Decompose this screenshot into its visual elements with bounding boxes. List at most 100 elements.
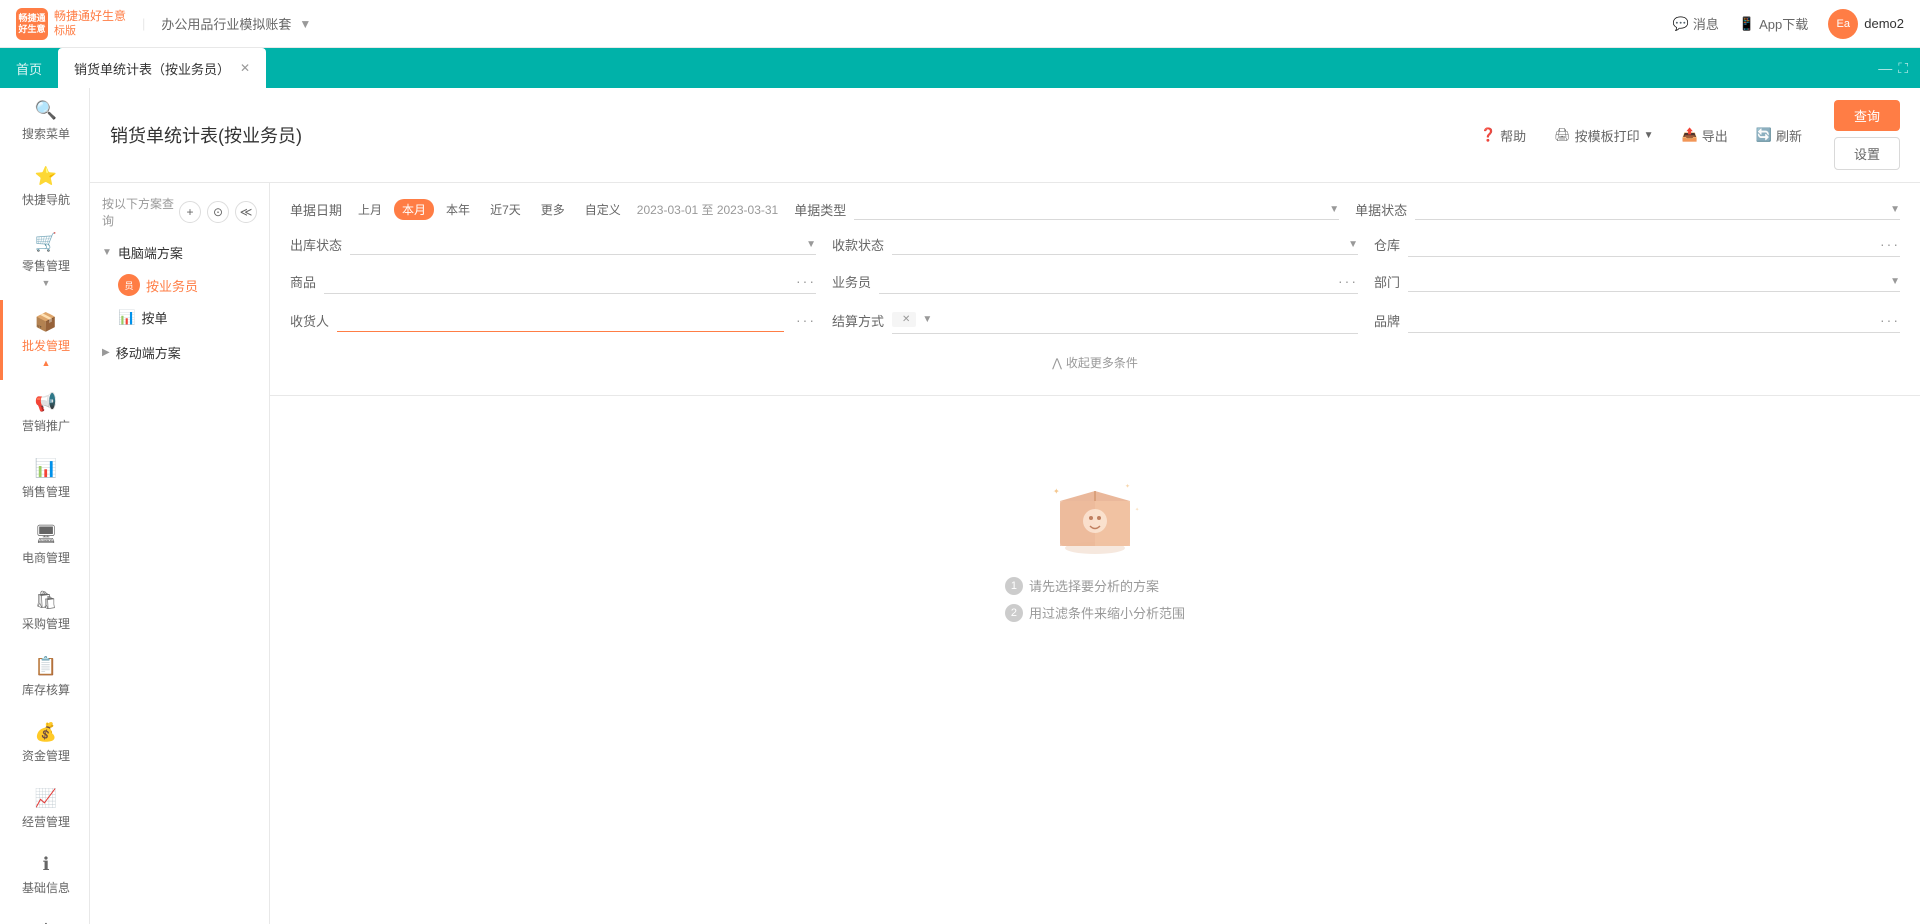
sidebar-item-operations[interactable]: 📈 经营管理 [0, 776, 89, 842]
sidebar-item-search[interactable]: 🔍 搜索菜单 [0, 88, 89, 154]
out-status-select[interactable]: ▼ [350, 235, 816, 255]
app-download-icon: 📱 [1739, 16, 1755, 32]
tree-item-label: 移动端方案 [116, 343, 181, 362]
tree-item-label: 电脑端方案 [118, 243, 183, 262]
settings-button[interactable]: 设置 [1834, 137, 1900, 170]
logo-icon: 畅捷通好生意 [16, 8, 48, 40]
query-button[interactable]: 查询 [1834, 100, 1900, 131]
collect-status-label: 收款状态 [832, 235, 884, 254]
star-icon: ⭐ [35, 166, 57, 187]
active-circle: 员 [118, 274, 140, 296]
chevron-down-icon: ▼ [1348, 239, 1358, 250]
sidebar-item-ecommerce[interactable]: 🖥 电商管理 [0, 512, 89, 578]
sidebar-item-label: 基础信息 [22, 879, 70, 896]
sidebar-item-system[interactable]: ⚙ 系统管理 [0, 908, 89, 924]
tab-home[interactable]: 首页 [0, 48, 58, 88]
tab-sales-stat[interactable]: 销货单统计表（按业务员） ✕ [58, 48, 266, 88]
sidebar-item-quick-nav[interactable]: ⭐ 快捷导航 [0, 154, 89, 220]
refresh-button[interactable]: 🔄 刷新 [1748, 122, 1810, 149]
collapse-panel-button[interactable]: ≪ [235, 201, 257, 223]
filter-item-salesperson: 业务员 ··· [832, 269, 1358, 294]
tree-item-mobile[interactable]: ▶ 移动端方案 [90, 337, 269, 368]
filter-row-4: 收货人 ··· 结算方式 ✕ [290, 306, 1900, 334]
logo-area: 畅捷通好生意 畅捷通好生意 标版 [16, 8, 126, 40]
sidebar-item-retail[interactable]: 🛒 零售管理 ▼ [0, 220, 89, 300]
sidebar-item-label: 快捷导航 [22, 191, 70, 208]
brand-label: 品牌 [1374, 311, 1400, 330]
order-type-select[interactable]: ▼ [854, 200, 1339, 220]
tab-minimize-icon[interactable]: — [1878, 60, 1892, 76]
date-tab-lastmonth[interactable]: 上月 [350, 199, 390, 220]
edit-scheme-button[interactable]: ⊙ [207, 201, 229, 223]
salesperson-input-area[interactable]: ··· [879, 269, 1358, 294]
sidebar-item-marketing[interactable]: 📢 营销推广 [0, 380, 89, 446]
sidebar-item-purchase[interactable]: 🛍 采购管理 [0, 578, 89, 644]
receiver-label: 收货人 [290, 311, 329, 330]
app-download-action[interactable]: 📱 App下载 [1739, 14, 1808, 33]
date-tab-more[interactable]: 更多 [533, 199, 573, 220]
sidebar-item-sales[interactable]: 📊 销售管理 [0, 446, 89, 512]
collect-status-select[interactable]: ▼ [892, 235, 1358, 255]
warehouse-input-area[interactable]: ··· [1408, 232, 1900, 257]
help-label: 帮助 [1500, 126, 1526, 145]
tree-arrow-icon: ▼ [102, 247, 112, 258]
user-name: demo2 [1864, 16, 1904, 31]
chevron-up-icon: ▲ [42, 358, 51, 368]
brand-input-area[interactable]: ··· [1408, 308, 1900, 333]
sidebar-item-wholesale[interactable]: 📦 批发管理 ▲ [0, 300, 89, 380]
sidebar-item-label: 经营管理 [22, 813, 70, 830]
search-icon: 🔍 [35, 100, 57, 121]
receiver-input[interactable] [337, 308, 784, 332]
chevron-down-icon: ▼ [806, 239, 816, 250]
filter-row-1: 单据日期 上月 本月 本年 近7天 更多 自定义 2023-03-01 至 20… [290, 199, 1900, 220]
user-area[interactable]: Ea demo2 [1828, 9, 1904, 39]
date-tab-thisyear[interactable]: 本年 [438, 199, 478, 220]
more-dots-warehouse: ··· [1880, 236, 1900, 252]
tab-expand-icon[interactable]: ⛶ [1898, 60, 1908, 77]
help-button[interactable]: ❓ 帮助 [1472, 122, 1534, 149]
chevron-down-icon: ▼ [1644, 130, 1654, 141]
department-select[interactable]: ▼ [1408, 272, 1900, 292]
sidebar-item-finance[interactable]: 💰 资金管理 [0, 710, 89, 776]
topbar-page-title: 办公用品行业模拟账套 [161, 14, 291, 33]
date-tab-7days[interactable]: 近7天 [482, 199, 529, 220]
tree-sub-item-order[interactable]: 📊 按单 [110, 302, 269, 333]
settlement-tag-remove[interactable]: ✕ [902, 314, 910, 325]
export-button[interactable]: 📤 导出 [1674, 122, 1736, 149]
tree-sub-item-salesperson[interactable]: 员 按业务员 [110, 268, 269, 302]
content: 销货单统计表(按业务员) ❓ 帮助 🖨 按模板打印 ▼ 📤 导出 🔄 刷新 [90, 88, 1920, 924]
more-dots-brand: ··· [1880, 312, 1900, 328]
order-status-select[interactable]: ▼ [1415, 200, 1900, 220]
collapse-conditions-button[interactable]: ⋀ 收起更多条件 [290, 346, 1900, 379]
template-print-button[interactable]: 🖨 按模板打印 ▼ [1546, 122, 1661, 149]
tree-item-pc[interactable]: ▼ 电脑端方案 [90, 237, 269, 268]
order-status-label: 单据状态 [1355, 200, 1407, 219]
add-scheme-button[interactable]: + [179, 201, 201, 223]
date-tab-thismonth[interactable]: 本月 [394, 199, 434, 220]
topbar-left: 畅捷通好生意 畅捷通好生意 标版 | 办公用品行业模拟账套 ▼ [16, 8, 311, 40]
goods-input-area[interactable]: ··· [324, 269, 816, 294]
settlement-input-area: ✕ ▼ [892, 306, 1358, 334]
logo-text: 畅捷通好生意 标版 [54, 9, 126, 39]
sidebar-item-basic-info[interactable]: ℹ 基础信息 [0, 842, 89, 908]
tree-sub-item-label: 按单 [141, 308, 167, 327]
message-action[interactable]: 💬 消息 [1673, 14, 1719, 33]
logo-line1: 畅捷通好生意 [54, 9, 126, 25]
order-scheme-icon: 📊 [118, 309, 135, 326]
wholesale-icon: 📦 [35, 312, 57, 333]
sales-icon: 📊 [35, 458, 57, 479]
tab-close-icon[interactable]: ✕ [240, 61, 250, 75]
info-icon: ℹ [43, 854, 50, 875]
filter-item-goods: 商品 ··· [290, 269, 816, 294]
date-range: 2023-03-01 至 2023-03-31 [637, 201, 778, 218]
sidebar-item-inventory[interactable]: 📋 库存核算 [0, 644, 89, 710]
filter-item-order-type: 单据类型 ▼ [794, 200, 1339, 220]
tip-number-1: 1 [1005, 577, 1023, 595]
topbar-dropdown[interactable]: ▼ [299, 17, 311, 31]
tree-arrow-right-icon: ▶ [102, 347, 110, 358]
settlement-select[interactable]: ▼ [922, 310, 1358, 329]
date-tab-custom[interactable]: 自定义 [577, 199, 629, 220]
logo-line2: 标版 [54, 24, 126, 38]
topbar-right: 💬 消息 📱 App下载 Ea demo2 [1673, 9, 1904, 39]
date-label: 单据日期 [290, 200, 342, 219]
